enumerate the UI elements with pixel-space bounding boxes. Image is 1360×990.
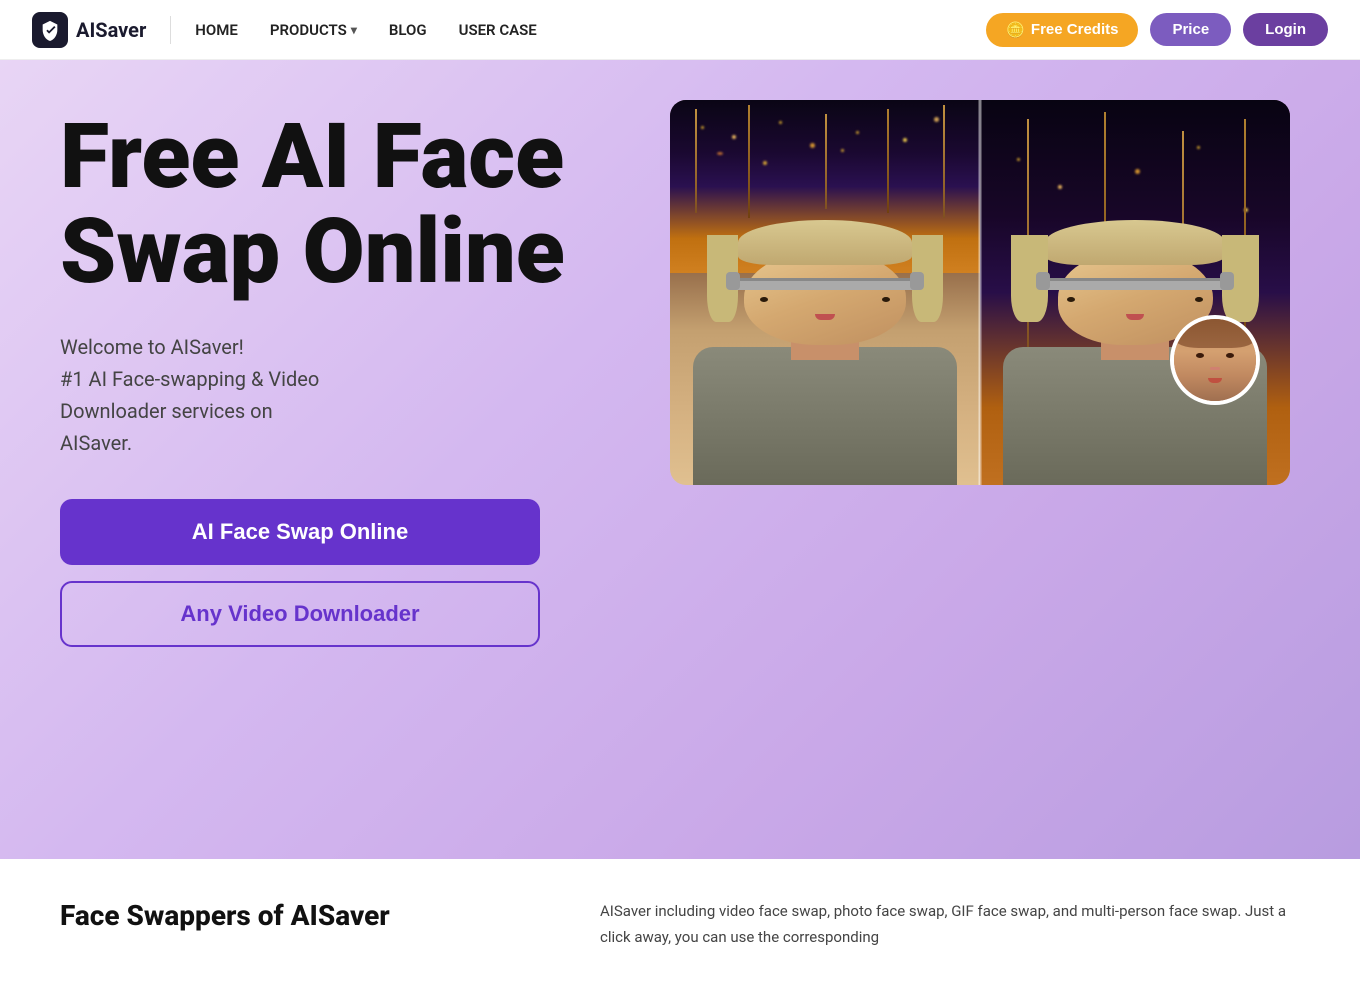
face-hair	[1174, 319, 1256, 348]
bottom-title: Face Swappers of AISaver	[60, 899, 540, 932]
hero-image-main	[670, 100, 1290, 485]
face-swap-button[interactable]: AI Face Swap Online	[60, 499, 540, 565]
nav-products[interactable]: PRODUCTS ▾	[270, 21, 357, 39]
image-divider	[979, 100, 982, 485]
hero-subtitle: Welcome to AISaver! #1 AI Face-swapping …	[60, 331, 660, 459]
navbar: AISaver HOME PRODUCTS ▾ BLOG USER CASE 🪙…	[0, 0, 1360, 60]
swap-face-preview	[1174, 319, 1256, 401]
free-credits-button[interactable]: 🪙 Free Credits	[986, 13, 1138, 47]
navbar-divider	[170, 16, 171, 44]
video-downloader-button[interactable]: Any Video Downloader	[60, 581, 540, 647]
bottom-left: Face Swappers of AISaver	[60, 899, 540, 932]
logo-svg	[39, 19, 61, 41]
nav-blog[interactable]: BLOG	[389, 21, 427, 39]
price-button[interactable]: Price	[1150, 13, 1231, 46]
coin-icon: 🪙	[1006, 21, 1025, 39]
navbar-actions: 🪙 Free Credits Price Login	[986, 13, 1328, 47]
hero-image-right	[980, 100, 1290, 485]
hero-main: Free AI Face Swap Online Welcome to AISa…	[0, 60, 1360, 859]
brand-name: AISaver	[76, 18, 146, 42]
hero-buttons: AI Face Swap Online Any Video Downloader	[60, 499, 540, 647]
hero-section: Free AI Face Swap Online Welcome to AISa…	[0, 60, 1360, 859]
nav-home[interactable]: HOME	[195, 21, 238, 39]
logo-icon	[32, 12, 68, 48]
hero-image-container	[670, 100, 1290, 485]
person-left	[670, 235, 980, 485]
hero-image-left	[670, 100, 980, 485]
hero-right	[660, 100, 1300, 485]
logo-link[interactable]: AISaver	[32, 12, 146, 48]
login-button[interactable]: Login	[1243, 13, 1328, 46]
nav-user-case[interactable]: USER CASE	[459, 21, 537, 39]
hero-title: Free AI Face Swap Online	[60, 110, 660, 299]
bottom-section: Face Swappers of AISaver AISaver includi…	[0, 859, 1360, 990]
hero-left: Free AI Face Swap Online Welcome to AISa…	[60, 100, 660, 647]
bottom-description: AISaver including video face swap, photo…	[600, 899, 1300, 950]
bottom-right: AISaver including video face swap, photo…	[600, 899, 1300, 950]
face-swap-indicator	[1170, 315, 1260, 405]
products-chevron-icon: ▾	[351, 23, 357, 37]
nav-links: HOME PRODUCTS ▾ BLOG USER CASE	[195, 21, 986, 39]
